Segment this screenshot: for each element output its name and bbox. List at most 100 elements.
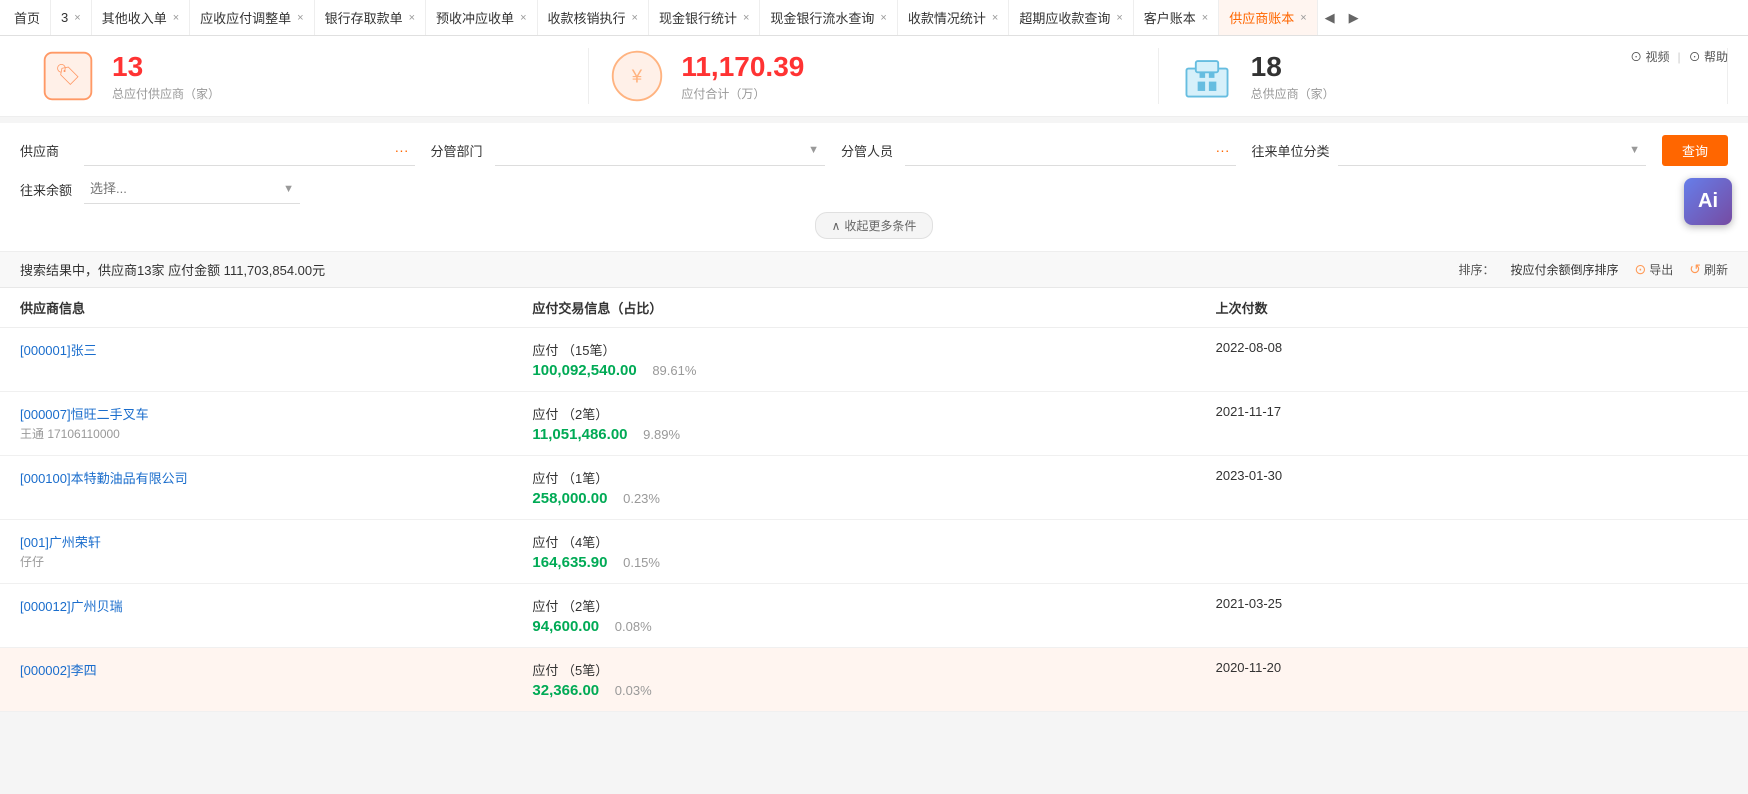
lastpay-date-5: 2021-03-25 [1216, 596, 1283, 611]
ai-assistant-button[interactable]: Ai [1684, 178, 1732, 225]
table-row: [000002]李四 应付 （5笔） 32,366.00 0.03% 2020-… [0, 648, 1748, 712]
nav-item-other-income[interactable]: 其他收入单 × [92, 0, 190, 36]
close-icon[interactable]: × [632, 12, 638, 24]
close-icon[interactable]: × [1202, 12, 1208, 24]
lastpay-5: 2021-03-25 [1216, 596, 1558, 611]
lastpay-date-1: 2022-08-08 [1216, 340, 1283, 355]
close-icon[interactable]: × [1300, 12, 1306, 24]
supplier-info-5: [000012]广州贝瑞 [20, 596, 532, 615]
lastpay-2: 2021-11-17 [1216, 404, 1558, 419]
supplier-input[interactable] [90, 143, 395, 158]
trans-amount-2: 11,051,486.00 [532, 426, 627, 443]
transaction-info-1: 应付 （15笔） 100,092,540.00 89.61% [532, 340, 1215, 379]
stat-icon-1: 🏷 [40, 48, 96, 104]
supplier-link-5[interactable]: [000012]广州贝瑞 [20, 599, 123, 614]
trans-pct-4: 0.15% [623, 555, 660, 570]
payable-total-value: 11,170.39 [681, 50, 804, 84]
category-dropdown-icon[interactable]: ▼ [1629, 144, 1640, 156]
balance-input[interactable] [90, 181, 283, 196]
close-icon[interactable]: × [743, 12, 749, 24]
nav-item-receipt-verify[interactable]: 收款核销执行 × [538, 0, 649, 36]
export-label: 导出 [1649, 261, 1673, 278]
nav-home-label: 首页 [14, 8, 40, 27]
help-link[interactable]: ⊙ 帮助 [1689, 48, 1728, 65]
result-bar: 搜索结果中，供应商13家 应付金额 111,703,854.00元 排序： 按应… [0, 252, 1748, 288]
supplier-link-3[interactable]: [000100]本特勤油品有限公司 [20, 471, 188, 486]
nav-item-receipt-stat[interactable]: 收款情况统计 × [898, 0, 1009, 36]
close-icon[interactable]: × [74, 12, 80, 24]
supplier-name-5: [000012]广州贝瑞 [20, 596, 532, 615]
filter-row-2: 往来余额 ▼ [20, 174, 1728, 204]
col-header-supplier: 供应商信息 [20, 298, 532, 317]
close-icon[interactable]: × [520, 12, 526, 24]
export-button[interactable]: ⊙ 导出 [1635, 261, 1674, 278]
trans-pct-1: 89.61% [652, 363, 696, 378]
supplier-link-6[interactable]: [000002]李四 [20, 663, 97, 678]
sort-value[interactable]: 按应付余额倒序排序 [1510, 261, 1618, 278]
transaction-info-2: 应付 （2笔） 11,051,486.00 9.89% [532, 404, 1215, 443]
nav-item-cash-bank-flow[interactable]: 现金银行流水查询 × [760, 0, 897, 36]
trans-type-3: 应付 （1笔） [532, 468, 1215, 487]
nav-advance-label: 预收冲应收单 [436, 8, 514, 27]
refresh-button[interactable]: ↺ 刷新 [1689, 261, 1728, 278]
supplier-name-1: [000001]张三 [20, 340, 532, 359]
nav-customer-label: 客户账本 [1144, 8, 1196, 27]
video-label: 视频 [1645, 50, 1669, 64]
table-row: [001]广州荣轩 仔仔 应付 （4笔） 164,635.90 0.15% [0, 520, 1748, 584]
trans-count-2: （2笔） [562, 407, 608, 422]
trans-amount-4: 164,635.90 [532, 554, 607, 571]
close-icon[interactable]: × [297, 12, 303, 24]
nav-item-bank-deposit[interactable]: 银行存取款单 × [315, 0, 426, 36]
lastpay-1: 2022-08-08 [1216, 340, 1558, 355]
close-icon[interactable]: × [409, 12, 415, 24]
stats-bar: 🏷 13 总应付供应商（家） ¥ 11,170.39 应付合计（万） [0, 36, 1748, 117]
supplier-link-1[interactable]: [000001]张三 [20, 343, 97, 358]
nav-item-home[interactable]: 首页 [4, 0, 51, 36]
nav-item-advance-ar[interactable]: 预收冲应收单 × [426, 0, 537, 36]
close-icon[interactable]: × [173, 12, 179, 24]
supplier-link-4[interactable]: [001]广州荣轩 [20, 535, 101, 550]
table-row: [000007]恒旺二手叉车 王通 17106110000 应付 （2笔） 11… [0, 392, 1748, 456]
nav-item-customer-ledger[interactable]: 客户账本 × [1134, 0, 1219, 36]
nav-prev-arrow[interactable]: ◀ [1318, 0, 1342, 36]
balance-dropdown-icon[interactable]: ▼ [283, 183, 294, 195]
trans-count-1: （15笔） [562, 343, 615, 358]
supplier-link-2[interactable]: [000007]恒旺二手叉车 [20, 407, 149, 422]
lastpay-date-2: 2021-11-17 [1216, 404, 1282, 419]
filter-area: 供应商 ··· 分管部门 ▼ 分管人员 ··· 往来单位分类 [0, 123, 1748, 252]
supplier-name-6: [000002]李四 [20, 660, 532, 679]
supplier-dots-icon[interactable]: ··· [395, 142, 409, 158]
collapse-button[interactable]: ∧ 收起更多条件 [815, 212, 934, 239]
dept-dropdown-icon[interactable]: ▼ [808, 144, 819, 156]
nav-other-income-label: 其他收入单 [102, 8, 167, 27]
close-icon[interactable]: × [992, 12, 998, 24]
supplier-name-3: [000100]本特勤油品有限公司 [20, 468, 532, 487]
lastpay-date-3: 2023-01-30 [1216, 468, 1283, 483]
query-button[interactable]: 查询 [1662, 135, 1728, 166]
filter-balance: 往来余额 ▼ [20, 174, 300, 204]
nav-item-ar-ap-adjust[interactable]: 应收应付调整单 × [190, 0, 314, 36]
person-filter-label: 分管人员 [841, 141, 897, 160]
nav-next-arrow[interactable]: ▶ [1342, 0, 1366, 36]
nav-item-overdue-ar[interactable]: 超期应收款查询 × [1009, 0, 1133, 36]
person-input[interactable] [911, 143, 1216, 158]
category-input[interactable] [1344, 143, 1630, 158]
person-dots-icon[interactable]: ··· [1216, 142, 1230, 158]
video-icon: ⊙ [1630, 50, 1642, 64]
category-filter-label: 往来单位分类 [1252, 141, 1330, 160]
nav-item-cash-bank-stat[interactable]: 现金银行统计 × [649, 0, 760, 36]
close-icon[interactable]: × [880, 12, 886, 24]
trans-amount-row-2: 11,051,486.00 9.89% [532, 426, 1215, 443]
supplier-sub-4: 仔仔 [20, 553, 532, 570]
supplier-info-3: [000100]本特勤油品有限公司 [20, 468, 532, 487]
close-icon[interactable]: × [1116, 12, 1122, 24]
trans-pct-3: 0.23% [623, 491, 660, 506]
nav-item-supplier-ledger[interactable]: 供应商账本 × [1219, 0, 1317, 36]
trans-type-4: 应付 （4笔） [532, 532, 1215, 551]
supplier-name-2: [000007]恒旺二手叉车 [20, 404, 532, 423]
dept-input[interactable] [501, 143, 809, 158]
nav-item-tab3[interactable]: 3 × [51, 0, 92, 36]
video-link[interactable]: ⊙ 视频 [1630, 48, 1669, 65]
divider: | [1678, 50, 1681, 64]
trans-type-1: 应付 （15笔） [532, 340, 1215, 359]
